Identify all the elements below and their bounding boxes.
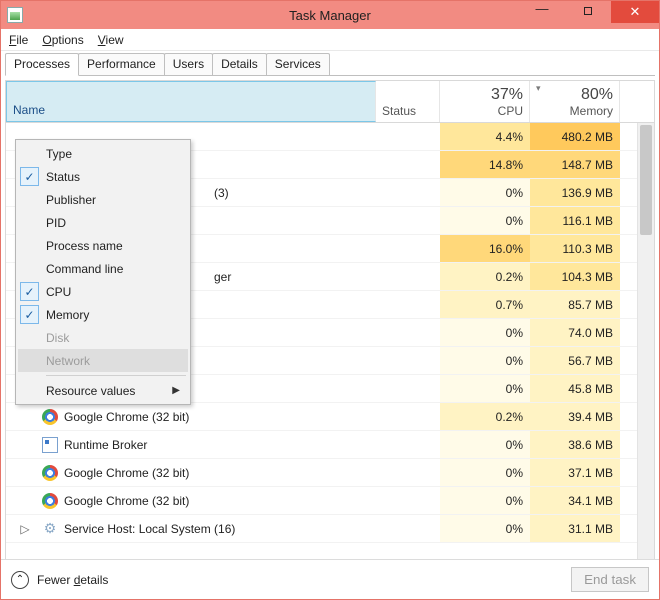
end-task-button[interactable]: End task <box>571 567 649 592</box>
column-header-name[interactable]: Name <box>6 81 376 122</box>
ctx-item-cpu[interactable]: ✓CPU <box>18 280 188 303</box>
cpu-cell: 0% <box>440 487 530 514</box>
process-name: Google Chrome (32 bit) <box>64 494 189 508</box>
menubar: File Options View <box>1 29 659 51</box>
ctx-item-process-name[interactable]: Process name <box>18 234 188 257</box>
ctx-item-memory[interactable]: ✓Memory <box>18 303 188 326</box>
memory-cell: 136.9 MB <box>530 179 620 206</box>
tab-performance[interactable]: Performance <box>78 53 165 75</box>
cpu-cell: 4.4% <box>440 123 530 150</box>
memory-cell: 116.1 MB <box>530 207 620 234</box>
process-name: Google Chrome (32 bit) <box>64 466 189 480</box>
memory-cell: 74.0 MB <box>530 319 620 346</box>
column-headers: Name Status 37% CPU ▾ 80% Memory <box>6 81 654 123</box>
ctx-item-network: Network <box>18 349 188 372</box>
ctx-item-type[interactable]: Type <box>18 142 188 165</box>
ctx-item-disk: Disk <box>18 326 188 349</box>
chrome-icon <box>42 409 58 425</box>
cpu-cell: 0.2% <box>440 263 530 290</box>
check-icon: ✓ <box>20 305 39 324</box>
cpu-cell: 0% <box>440 515 530 542</box>
cpu-cell: 0% <box>440 319 530 346</box>
tab-details[interactable]: Details <box>212 53 267 75</box>
memory-cell: 37.1 MB <box>530 459 620 486</box>
runtime-icon <box>42 437 58 453</box>
expand-icon[interactable]: ▷ <box>20 522 30 536</box>
cpu-cell: 0% <box>440 459 530 486</box>
memory-cell: 45.8 MB <box>530 375 620 402</box>
memory-cell: 148.7 MB <box>530 151 620 178</box>
ctx-item-command-line[interactable]: Command line <box>18 257 188 280</box>
maximize-button[interactable] <box>565 1 611 23</box>
chevron-right-icon: ▶ <box>172 385 180 396</box>
window-controls: — ✕ <box>519 1 659 23</box>
chrome-icon <box>42 465 58 481</box>
scrollbar-thumb[interactable] <box>640 125 652 235</box>
memory-cell: 31.1 MB <box>530 515 620 542</box>
column-header-status[interactable]: Status <box>376 81 440 122</box>
cpu-cell: 14.8% <box>440 151 530 178</box>
ctx-item-resource-values[interactable]: Resource values▶ <box>18 379 188 402</box>
process-name: Service Host: Local System (16) <box>64 522 235 536</box>
memory-cell: 110.3 MB <box>530 235 620 262</box>
check-icon: ✓ <box>20 167 39 186</box>
process-name: Google Chrome (32 bit) <box>64 410 189 424</box>
cpu-cell: 16.0% <box>440 235 530 262</box>
memory-cell: 56.7 MB <box>530 347 620 374</box>
cpu-cell: 0% <box>440 375 530 402</box>
menu-file[interactable]: File <box>9 33 28 47</box>
cpu-cell: 0% <box>440 431 530 458</box>
column-header-memory[interactable]: ▾ 80% Memory <box>530 81 620 122</box>
ctx-item-status[interactable]: ✓Status <box>18 165 188 188</box>
vertical-scrollbar[interactable] <box>637 123 654 559</box>
titlebar[interactable]: Task Manager — ✕ <box>1 1 659 29</box>
check-icon: ✓ <box>20 282 39 301</box>
menu-options[interactable]: Options <box>42 33 83 47</box>
memory-cell: 104.3 MB <box>530 263 620 290</box>
table-row[interactable]: ▷ Service Host: Local System (16) 0%31.1 M… <box>6 515 654 543</box>
ctx-item-publisher[interactable]: Publisher <box>18 188 188 211</box>
table-row[interactable]: Google Chrome (32 bit) 0.2%39.4 MB <box>6 403 654 431</box>
cpu-cell: 0.7% <box>440 291 530 318</box>
sort-desc-icon: ▾ <box>536 83 541 94</box>
cpu-cell: 0% <box>440 347 530 374</box>
minimize-button[interactable]: — <box>519 1 565 23</box>
cpu-cell: 0% <box>440 179 530 206</box>
task-manager-window: Task Manager — ✕ File Options View Proce… <box>0 0 660 600</box>
footer: ⌃ Fewer details End task <box>1 559 659 599</box>
tab-users[interactable]: Users <box>164 53 213 75</box>
app-icon <box>7 7 23 23</box>
cpu-cell: 0% <box>440 207 530 234</box>
tab-row: Processes Performance Users Details Serv… <box>1 51 659 75</box>
fewer-details-button[interactable]: ⌃ Fewer details <box>11 571 108 589</box>
table-row[interactable]: Google Chrome (32 bit) 0%34.1 MB <box>6 487 654 515</box>
memory-cell: 38.6 MB <box>530 431 620 458</box>
table-row[interactable]: Runtime Broker 0%38.6 MB <box>6 431 654 459</box>
column-header-cpu[interactable]: 37% CPU <box>440 81 530 122</box>
ctx-item-pid[interactable]: PID <box>18 211 188 234</box>
table-row[interactable]: Google Chrome (32 bit) 0%37.1 MB <box>6 459 654 487</box>
close-button[interactable]: ✕ <box>611 1 659 23</box>
menu-view[interactable]: View <box>98 33 124 47</box>
chevron-up-icon: ⌃ <box>11 571 29 589</box>
tab-services[interactable]: Services <box>266 53 330 75</box>
memory-cell: 480.2 MB <box>530 123 620 150</box>
tab-processes[interactable]: Processes <box>5 53 79 76</box>
memory-cell: 85.7 MB <box>530 291 620 318</box>
memory-cell: 34.1 MB <box>530 487 620 514</box>
cpu-cell: 0.2% <box>440 403 530 430</box>
gear-icon <box>42 521 58 537</box>
chrome-icon <box>42 493 58 509</box>
memory-cell: 39.4 MB <box>530 403 620 430</box>
process-name: Runtime Broker <box>64 438 147 452</box>
column-context-menu: Type✓StatusPublisherPIDProcess nameComma… <box>15 139 191 405</box>
